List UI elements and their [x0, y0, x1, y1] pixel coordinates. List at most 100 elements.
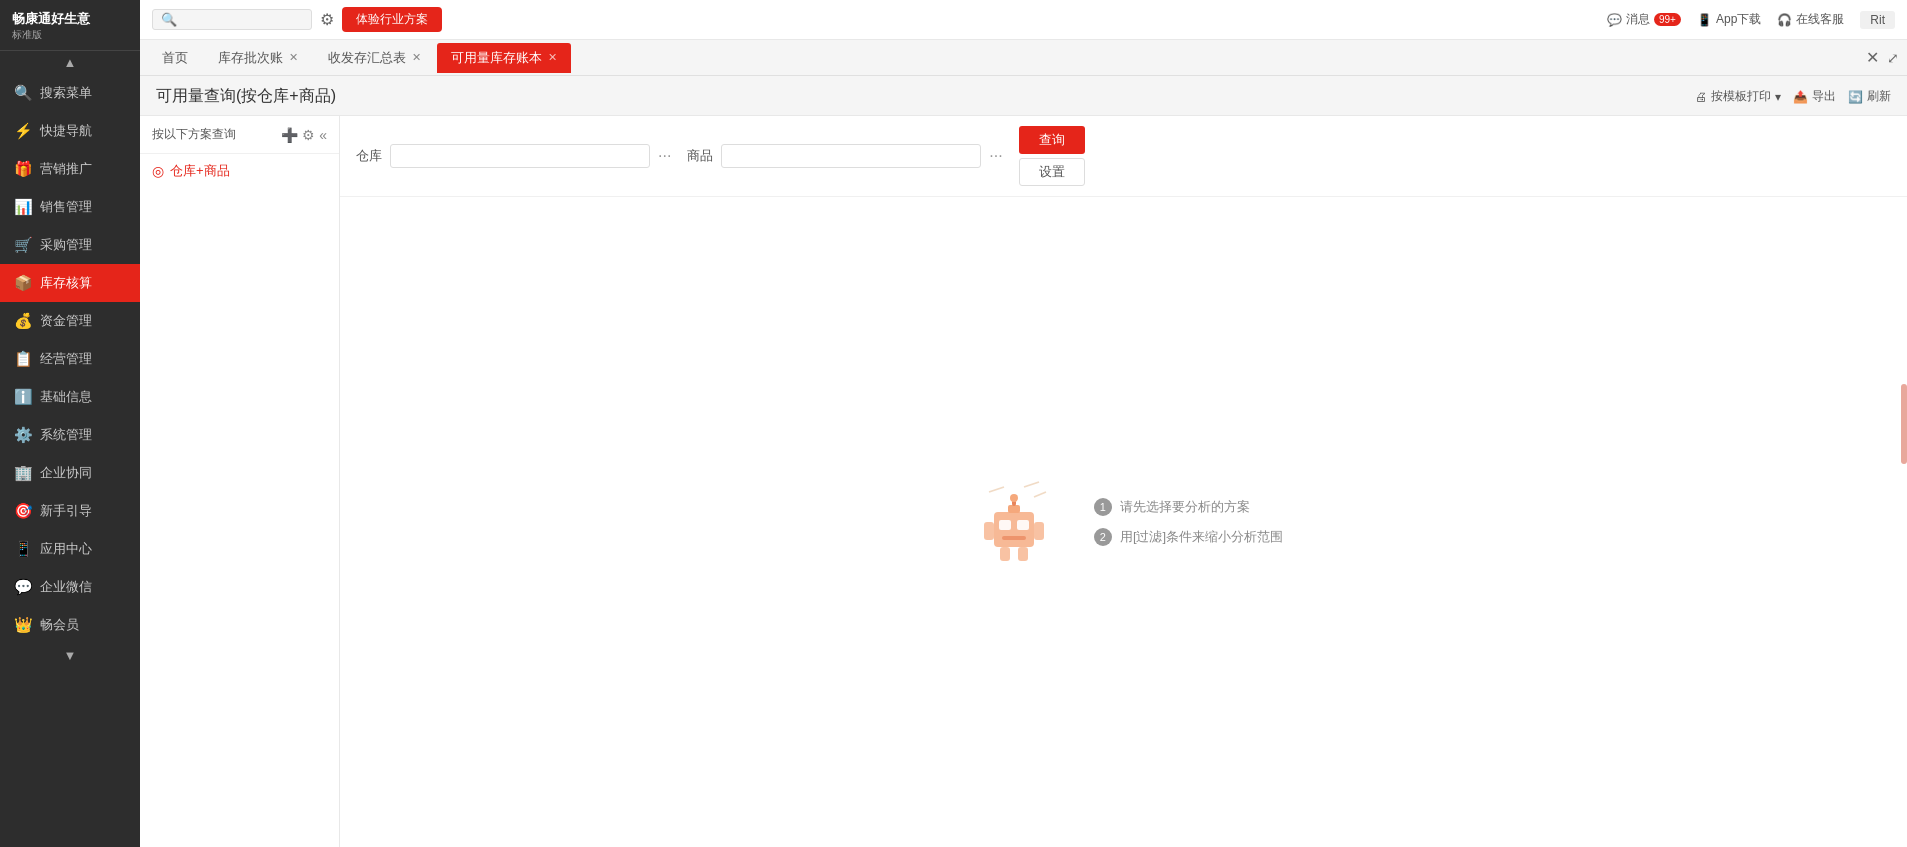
sidebar-item-search[interactable]: 🔍搜索菜单 [0, 74, 140, 112]
sidebar-item-finance[interactable]: 💰 资金管理 [0, 302, 140, 340]
tab-summary[interactable]: 收发存汇总表✕ [314, 43, 435, 73]
sidebar-label-purchase: 采购管理 [40, 236, 92, 254]
tabs-bar: 首页库存批次账✕收发存汇总表✕可用量库存账本✕ ✕ ⤢ [140, 40, 1907, 76]
sidebar-label-inventory: 库存核算 [40, 274, 92, 292]
sidebar-item-operation[interactable]: 📋经营管理 [0, 340, 140, 378]
sidebar-icon-operation: 📋 [14, 350, 32, 368]
page-actions: 🖨 按模板打印 ▾ 📤 导出 🔄 刷新 [1695, 88, 1891, 105]
tab-close-summary[interactable]: ✕ [412, 51, 421, 64]
warehouse-more-icon[interactable]: ··· [658, 147, 671, 165]
settings-icon[interactable]: ⚙ [320, 10, 334, 29]
trial-button[interactable]: 体验行业方案 [342, 7, 442, 32]
sidebar-label-basic: 基础信息 [40, 388, 92, 406]
filter-item-warehouse-goods[interactable]: ◎仓库+商品 [140, 154, 339, 188]
query-button[interactable]: 查询 [1019, 126, 1085, 154]
sidebar-icon-inventory: 📦 [14, 274, 32, 292]
sidebar-label-wechat: 企业微信 [40, 578, 92, 596]
topbar-search-box[interactable]: 🔍 [152, 9, 312, 30]
logo-title: 畅康通好生意 [12, 10, 128, 28]
print-button[interactable]: 🖨 按模板打印 ▾ [1695, 88, 1781, 105]
filter-header-actions: ➕ ⚙ « [281, 127, 327, 143]
setting-button[interactable]: 设置 [1019, 158, 1085, 186]
tab-close-available[interactable]: ✕ [548, 51, 557, 64]
sidebar-item-newbie[interactable]: 🎯新手引导 [0, 492, 140, 530]
svg-rect-10 [1018, 547, 1028, 561]
add-scheme-icon[interactable]: ➕ [281, 127, 298, 143]
sidebar: 畅康通好生意 标准版 ▲ 🔍搜索菜单⚡快捷导航🎁营销推广📊销售管理 🛒 采购管理 📦 库… [0, 0, 140, 847]
tip-num-2: 2 [1094, 528, 1112, 546]
tab-label-batch: 库存批次账 [218, 49, 283, 67]
topbar-search-input[interactable] [181, 13, 301, 27]
sidebar-scroll-down[interactable]: ▼ [0, 644, 140, 667]
content-area: 按以下方案查询 ➕ ⚙ « ◎仓库+商品 仓库 ··· 商品 [140, 116, 1907, 847]
message-badge: 99+ [1654, 13, 1681, 26]
sidebar-label-sales: 销售管理 [40, 198, 92, 216]
sidebar-icon-appstore: 📱 [14, 540, 32, 558]
print-dropdown-icon: ▾ [1775, 90, 1781, 104]
svg-rect-9 [1000, 547, 1010, 561]
empty-illustration [964, 472, 1064, 572]
sidebar-item-purchase[interactable]: 🛒 采购管理 [0, 226, 140, 264]
search-icon: 🔍 [161, 12, 177, 27]
logo-sub: 标准版 [12, 28, 128, 42]
goods-more-icon[interactable]: ··· [989, 147, 1002, 165]
sidebar-item-basic[interactable]: ℹ️ 基础信息 [0, 378, 140, 416]
message-label: 消息 [1626, 11, 1650, 28]
sidebar-item-member[interactable]: 👑畅会员 [0, 606, 140, 644]
filter-header-label: 按以下方案查询 [152, 126, 236, 143]
sidebar-label-marketing: 营销推广 [40, 160, 92, 178]
user-avatar[interactable]: Rit [1860, 11, 1895, 29]
svg-rect-7 [984, 522, 994, 540]
warehouse-input[interactable] [390, 144, 650, 168]
goods-input[interactable] [721, 144, 981, 168]
topbar-right: 💬 消息 99+ 📱 App下载 🎧 在线客服 Rit [1607, 11, 1895, 29]
scroll-indicator[interactable] [1901, 384, 1907, 464]
export-label: 导出 [1812, 88, 1836, 105]
collapse-icon[interactable]: « [319, 127, 327, 143]
sidebar-item-system[interactable]: ⚙️系统管理 [0, 416, 140, 454]
sidebar-label-appstore: 应用中心 [40, 540, 92, 558]
sidebar-icon-finance: 💰 [14, 312, 32, 330]
sidebar-logo: 畅康通好生意 标准版 [0, 0, 140, 51]
svg-rect-8 [1034, 522, 1044, 540]
app-download-button[interactable]: 📱 App下载 [1697, 11, 1761, 28]
message-button[interactable]: 💬 消息 99+ [1607, 11, 1681, 28]
query-buttons: 查询 设置 [1019, 126, 1085, 186]
close-tab-button[interactable]: ✕ [1866, 48, 1879, 67]
svg-line-13 [1034, 492, 1046, 497]
page-header: 可用量查询(按仓库+商品) 🖨 按模板打印 ▾ 📤 导出 🔄 刷新 [140, 76, 1907, 116]
sidebar-item-enterprise[interactable]: 🏢企业协同 [0, 454, 140, 492]
empty-state: 1 请先选择要分析的方案 2 用[过滤]条件来缩小分析范围 [340, 197, 1907, 847]
tab-batch[interactable]: 库存批次账 ✕ [204, 43, 312, 73]
main-content: 🔍 ⚙ 体验行业方案 💬 消息 99+ 📱 App下载 🎧 在线客服 Rit [140, 0, 1907, 847]
print-label: 按模板打印 [1711, 88, 1771, 105]
refresh-icon: 🔄 [1848, 90, 1863, 104]
refresh-label: 刷新 [1867, 88, 1891, 105]
sidebar-scroll-up[interactable]: ▲ [0, 51, 140, 74]
sidebar-item-appstore[interactable]: 📱 应用中心 [0, 530, 140, 568]
scheme-settings-icon[interactable]: ⚙ [302, 127, 315, 143]
page-title: 可用量查询(按仓库+商品) [156, 86, 336, 107]
sidebar-item-marketing[interactable]: 🎁营销推广 [0, 150, 140, 188]
sidebar-item-wechat[interactable]: 💬 企业微信 [0, 568, 140, 606]
sidebar-label-finance: 资金管理 [40, 312, 92, 330]
tab-available[interactable]: 可用量库存账本✕ [437, 43, 571, 73]
sidebar-item-shortcut[interactable]: ⚡快捷导航 [0, 112, 140, 150]
tab-close-batch[interactable]: ✕ [289, 51, 298, 64]
sidebar-item-sales[interactable]: 📊销售管理 [0, 188, 140, 226]
refresh-button[interactable]: 🔄 刷新 [1848, 88, 1891, 105]
sidebar-item-inventory[interactable]: 📦 库存核算 [0, 264, 140, 302]
tab-home[interactable]: 首页 [148, 43, 202, 73]
online-service-button[interactable]: 🎧 在线客服 [1777, 11, 1844, 28]
tip-text-2: 用[过滤]条件来缩小分析范围 [1120, 528, 1283, 546]
export-button[interactable]: 📤 导出 [1793, 88, 1836, 105]
sidebar-label-search: 搜索菜单 [40, 84, 92, 102]
sidebar-icon-purchase: 🛒 [14, 236, 32, 254]
sidebar-icon-basic: ℹ️ [14, 388, 32, 406]
sidebar-label-newbie: 新手引导 [40, 502, 92, 520]
sidebar-icon-wechat: 💬 [14, 578, 32, 596]
expand-button[interactable]: ⤢ [1887, 50, 1899, 66]
sidebar-label-system: 系统管理 [40, 426, 92, 444]
filter-header: 按以下方案查询 ➕ ⚙ « [140, 116, 339, 154]
tip-num-1: 1 [1094, 498, 1112, 516]
